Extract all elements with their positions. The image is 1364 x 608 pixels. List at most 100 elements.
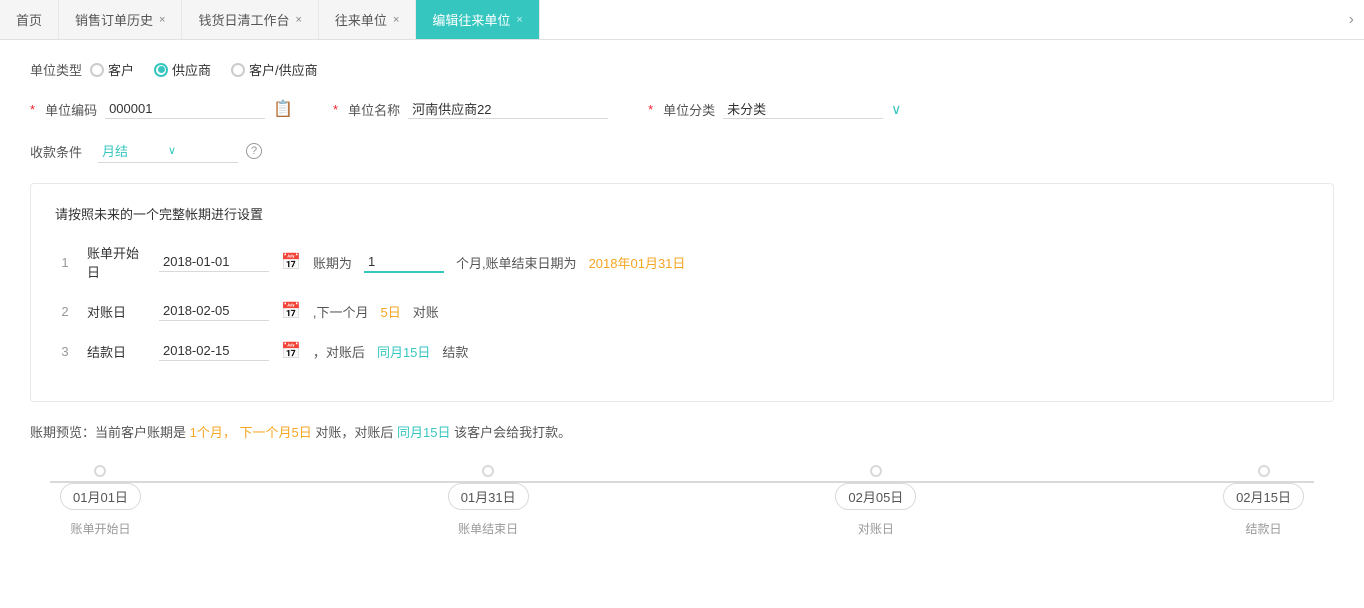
unit-type-row: 单位类型 客户 供应商 客户/供应商 — [30, 60, 1334, 79]
radio-supplier-circle — [154, 63, 168, 77]
unit-category-label: 单位分类 — [663, 100, 715, 119]
timeline-node-1: 01月01日 账单开始日 — [60, 465, 141, 537]
tab-bar: 首页 销售订单历史 × 钱货日清工作台 × 往来单位 × 编辑往来单位 × › — [0, 0, 1364, 40]
timeline-dot-3 — [870, 465, 882, 477]
timeline-label-2: 账单结束日 — [458, 520, 518, 537]
tab-partner-units[interactable]: 往来单位 × — [319, 0, 416, 39]
preview-suffix: 该客户会给我打款。 — [454, 425, 571, 440]
period-calendar-icon-3[interactable]: 📅 — [281, 341, 301, 361]
unit-code-label: 单位编码 — [45, 100, 97, 119]
period-calendar-icon-2[interactable]: 📅 — [281, 301, 301, 321]
period-label-2: 对账日 — [87, 302, 147, 321]
period-suffix-3-highlight: 同月15日 — [377, 342, 430, 361]
period-box-title: 请按照未来的一个完整帐期进行设置 — [55, 204, 1309, 223]
period-date-input-3[interactable] — [159, 341, 269, 361]
radio-customer-label: 客户 — [108, 60, 134, 79]
period-row-3: 3 结款日 📅 ，对账后 同月15日 结款 — [55, 341, 1309, 361]
period-suffix-2-prefix: ,下一个月 — [313, 302, 369, 321]
timeline-node-2: 01月31日 账单结束日 — [448, 465, 529, 537]
period-label-1: 账单开始日 — [87, 243, 147, 281]
main-content: 单位类型 客户 供应商 客户/供应商 * 单位编码 📋 * 单位名称 — [0, 40, 1364, 608]
radio-customer-circle — [90, 63, 104, 77]
preview-mid2: 对账，对账后 — [315, 425, 393, 440]
tab-sales-order-history[interactable]: 销售订单历史 × — [59, 0, 182, 39]
timeline-node-3: 02月05日 对账日 — [835, 465, 916, 537]
close-partner-units-icon[interactable]: × — [393, 14, 399, 26]
timeline-label-4: 结款日 — [1246, 520, 1282, 537]
period-date-input-1[interactable] — [159, 252, 269, 272]
payment-condition-label: 收款条件 — [30, 142, 82, 161]
period-row-2: 2 对账日 📅 ,下一个月 5日 对账 — [55, 301, 1309, 321]
period-label-3: 结款日 — [87, 342, 147, 361]
payment-condition-value: 月结 — [102, 141, 168, 160]
tab-cash-ledger[interactable]: 钱货日清工作台 × — [182, 0, 318, 39]
preview-end-date: 同月15日 — [397, 425, 450, 440]
unit-code-field: * 单位编码 📋 — [30, 99, 293, 119]
period-settings-box: 请按照未来的一个完整帐期进行设置 1 账单开始日 📅 账期为 个月,账单结束日期… — [30, 183, 1334, 402]
close-cash-ledger-icon[interactable]: × — [295, 14, 301, 26]
unit-category-field: * 单位分类 ∨ — [648, 99, 901, 119]
tab-edit-partner[interactable]: 编辑往来单位 × — [416, 0, 539, 39]
timeline-node-4: 02月15日 结款日 — [1223, 465, 1304, 537]
period-row-1: 1 账单开始日 📅 账期为 个月,账单结束日期为 2018年01月31日 — [55, 243, 1309, 281]
radio-supplier-label: 供应商 — [172, 60, 211, 79]
timeline-dot-4 — [1258, 465, 1270, 477]
period-suffix-2-end: 对账 — [413, 302, 439, 321]
period-suffix-before-1: 账期为 — [313, 253, 352, 272]
unit-category-star: * — [648, 102, 653, 117]
unit-name-input[interactable] — [408, 99, 608, 119]
chevron-down-icon[interactable]: ∨ — [891, 101, 901, 118]
unit-name-label: 单位名称 — [348, 100, 400, 119]
unit-code-input[interactable] — [105, 99, 265, 119]
timeline-label-3: 对账日 — [858, 520, 894, 537]
period-suffix-3-end: 结款 — [442, 342, 468, 361]
preview-mid: 下一个月5日 — [240, 425, 312, 440]
payment-condition-arrow-icon: ∨ — [168, 144, 234, 157]
preview-months: 1个月， — [190, 425, 236, 440]
preview-text: 账期预览：当前客户账期是 1个月， 下一个月5日 对账，对账后 同月15日 该客… — [30, 422, 1334, 441]
timeline-date-4: 02月15日 — [1223, 483, 1304, 510]
tab-edit-partner-label: 编辑往来单位 — [432, 10, 510, 29]
tab-cash-ledger-label: 钱货日清工作台 — [198, 10, 289, 29]
unit-name-field: * 单位名称 — [333, 99, 608, 119]
unit-category-select[interactable]: ∨ — [723, 99, 901, 119]
period-date-input-2[interactable] — [159, 301, 269, 321]
unit-info-row: * 单位编码 📋 * 单位名称 * 单位分类 ∨ — [30, 99, 1334, 119]
help-icon[interactable]: ? — [246, 143, 262, 159]
unit-category-input[interactable] — [723, 99, 883, 119]
timeline-dot-2 — [482, 465, 494, 477]
period-num-1: 1 — [55, 255, 75, 270]
period-months-input[interactable] — [364, 252, 444, 273]
timeline-label-1: 账单开始日 — [70, 520, 130, 537]
period-num-3: 3 — [55, 344, 75, 359]
unit-type-radio-group: 客户 供应商 客户/供应商 — [90, 60, 318, 79]
radio-both-circle — [231, 63, 245, 77]
timeline-nodes: 01月01日 账单开始日 01月31日 账单结束日 02月05日 对账日 02月… — [60, 465, 1304, 537]
unit-code-star: * — [30, 102, 35, 117]
timeline-date-2: 01月31日 — [448, 483, 529, 510]
period-suffix-after-1: 个月,账单结束日期为 — [456, 253, 577, 272]
period-num-2: 2 — [55, 304, 75, 319]
unit-code-calendar-icon[interactable]: 📋 — [273, 99, 293, 119]
timeline-date-1: 01月01日 — [60, 483, 141, 510]
preview-prefix: 账期预览：当前客户账期是 — [30, 425, 186, 440]
tab-partner-units-label: 往来单位 — [335, 10, 387, 29]
timeline-container: 01月01日 账单开始日 01月31日 账单结束日 02月05日 对账日 02月… — [30, 465, 1334, 537]
radio-customer[interactable]: 客户 — [90, 60, 134, 79]
radio-both[interactable]: 客户/供应商 — [231, 60, 318, 79]
payment-condition-select[interactable]: 月结 ∨ — [98, 139, 238, 163]
radio-both-label: 客户/供应商 — [249, 60, 318, 79]
period-suffix-3-prefix: ，对账后 — [313, 342, 365, 361]
radio-supplier[interactable]: 供应商 — [154, 60, 211, 79]
period-end-date-1: 2018年01月31日 — [589, 253, 686, 272]
period-suffix-2-highlight: 5日 — [381, 302, 401, 321]
tab-home[interactable]: 首页 — [0, 0, 59, 39]
timeline-dot-1 — [94, 465, 106, 477]
close-edit-partner-icon[interactable]: × — [516, 14, 522, 26]
close-sales-order-history-icon[interactable]: × — [159, 14, 165, 26]
unit-type-label: 单位类型 — [30, 60, 82, 79]
timeline-date-3: 02月05日 — [835, 483, 916, 510]
tab-more-button[interactable]: › — [1339, 0, 1364, 39]
tab-sales-order-history-label: 销售订单历史 — [75, 10, 153, 29]
period-calendar-icon-1[interactable]: 📅 — [281, 252, 301, 272]
